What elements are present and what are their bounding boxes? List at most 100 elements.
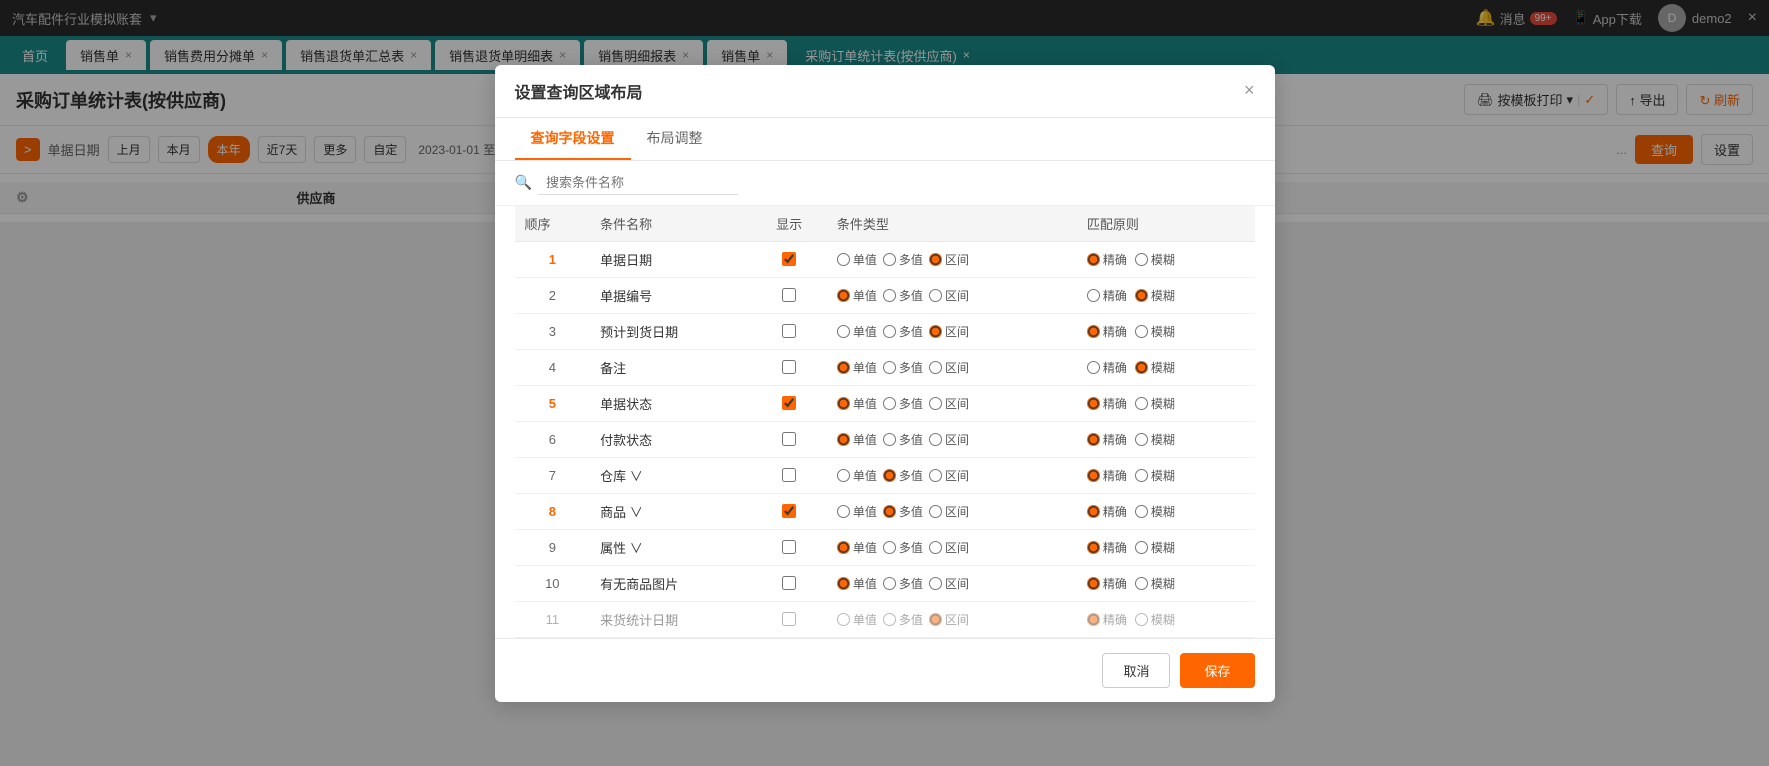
match-radio-模糊[interactable]: [1135, 289, 1148, 302]
type-radio-单值[interactable]: [837, 433, 850, 446]
tab-layout-adjust[interactable]: 布局调整: [631, 118, 719, 160]
type-radio-多值[interactable]: [883, 541, 896, 554]
match-radio-精确[interactable]: [1087, 433, 1100, 446]
match-radio-精确[interactable]: [1087, 541, 1100, 554]
row-condition-name: 预计到货日期: [590, 313, 751, 349]
type-radio-区间[interactable]: [929, 577, 942, 590]
col-header-match: 匹配原则: [1077, 206, 1255, 242]
type-radio-单值[interactable]: [837, 361, 850, 374]
table-row: 1单据日期单值多值区间精确模糊: [515, 241, 1255, 277]
type-radio-区间[interactable]: [929, 397, 942, 410]
row-display-cell: [751, 313, 827, 349]
match-radio-精确[interactable]: [1087, 469, 1100, 482]
match-radio-模糊[interactable]: [1135, 613, 1148, 626]
modal-tabs: 查询字段设置 布局调整: [495, 118, 1275, 161]
match-radio-模糊[interactable]: [1135, 397, 1148, 410]
row-match-cell: 精确模糊: [1077, 277, 1255, 313]
search-input[interactable]: [538, 171, 738, 195]
type-radio-多值[interactable]: [883, 325, 896, 338]
row-condition-name: 来货统计日期: [590, 601, 751, 637]
type-radio-区间[interactable]: [929, 361, 942, 374]
type-radio-多值[interactable]: [883, 397, 896, 410]
row-match-cell: 精确模糊: [1077, 349, 1255, 385]
modal-close-button[interactable]: ×: [1244, 80, 1255, 101]
match-radio-精确[interactable]: [1087, 325, 1100, 338]
match-radio-精确[interactable]: [1087, 505, 1100, 518]
row-order: 8: [515, 493, 591, 529]
type-radio-区间[interactable]: [929, 325, 942, 338]
match-radio-精确[interactable]: [1087, 577, 1100, 590]
type-radio-多值[interactable]: [883, 433, 896, 446]
match-radio-精确[interactable]: [1087, 253, 1100, 266]
match-radio-模糊[interactable]: [1135, 253, 1148, 266]
type-radio-单值[interactable]: [837, 397, 850, 410]
row-type-cell: 单值多值区间: [827, 277, 1077, 313]
display-checkbox[interactable]: [782, 612, 796, 626]
row-order: 9: [515, 529, 591, 565]
match-radio-精确[interactable]: [1087, 289, 1100, 302]
type-radio-多值[interactable]: [883, 253, 896, 266]
row-display-cell: [751, 457, 827, 493]
row-type-cell: 单值多值区间: [827, 313, 1077, 349]
match-radio-模糊[interactable]: [1135, 469, 1148, 482]
match-radio-精确[interactable]: [1087, 361, 1100, 374]
match-radio-模糊[interactable]: [1135, 433, 1148, 446]
row-display-cell: [751, 565, 827, 601]
type-radio-区间[interactable]: [929, 505, 942, 518]
display-checkbox[interactable]: [782, 540, 796, 554]
type-radio-区间[interactable]: [929, 469, 942, 482]
type-radio-多值[interactable]: [883, 505, 896, 518]
type-radio-多值[interactable]: [883, 289, 896, 302]
type-radio-多值[interactable]: [883, 469, 896, 482]
row-condition-name: 有无商品图片: [590, 565, 751, 601]
type-radio-单值[interactable]: [837, 325, 850, 338]
display-checkbox[interactable]: [782, 396, 796, 410]
type-radio-区间[interactable]: [929, 613, 942, 626]
row-match-cell: 精确模糊: [1077, 457, 1255, 493]
match-radio-模糊[interactable]: [1135, 325, 1148, 338]
match-radio-模糊[interactable]: [1135, 577, 1148, 590]
type-radio-单值[interactable]: [837, 577, 850, 590]
type-radio-区间[interactable]: [929, 541, 942, 554]
row-order: 1: [515, 241, 591, 277]
match-radio-精确[interactable]: [1087, 397, 1100, 410]
cancel-button[interactable]: 取消: [1102, 653, 1170, 688]
row-type-cell: 单值多值区间: [827, 493, 1077, 529]
table-row: 6付款状态单值多值区间精确模糊: [515, 421, 1255, 457]
type-radio-区间[interactable]: [929, 289, 942, 302]
tab-query-fields[interactable]: 查询字段设置: [515, 118, 631, 160]
type-radio-区间[interactable]: [929, 253, 942, 266]
type-radio-多值[interactable]: [883, 613, 896, 626]
match-radio-模糊[interactable]: [1135, 541, 1148, 554]
match-radio-精确[interactable]: [1087, 613, 1100, 626]
display-checkbox[interactable]: [782, 324, 796, 338]
row-match-cell: 精确模糊: [1077, 241, 1255, 277]
row-order: 4: [515, 349, 591, 385]
type-radio-单值[interactable]: [837, 613, 850, 626]
match-radio-模糊[interactable]: [1135, 361, 1148, 374]
type-radio-多值[interactable]: [883, 361, 896, 374]
display-checkbox[interactable]: [782, 252, 796, 266]
col-header-type: 条件类型: [827, 206, 1077, 242]
type-radio-区间[interactable]: [929, 433, 942, 446]
row-order: 10: [515, 565, 591, 601]
display-checkbox[interactable]: [782, 432, 796, 446]
display-checkbox[interactable]: [782, 576, 796, 590]
display-checkbox[interactable]: [782, 360, 796, 374]
type-radio-单值[interactable]: [837, 505, 850, 518]
display-checkbox[interactable]: [782, 468, 796, 482]
type-radio-多值[interactable]: [883, 577, 896, 590]
table-row: 9属性 ∨单值多值区间精确模糊: [515, 529, 1255, 565]
type-radio-单值[interactable]: [837, 253, 850, 266]
display-checkbox[interactable]: [782, 504, 796, 518]
row-order: 6: [515, 421, 591, 457]
type-radio-单值[interactable]: [837, 289, 850, 302]
row-match-cell: 精确模糊: [1077, 385, 1255, 421]
table-row: 7仓库 ∨单值多值区间精确模糊: [515, 457, 1255, 493]
save-button[interactable]: 保存: [1180, 653, 1254, 688]
type-radio-单值[interactable]: [837, 541, 850, 554]
match-radio-模糊[interactable]: [1135, 505, 1148, 518]
display-checkbox[interactable]: [782, 288, 796, 302]
type-radio-单值[interactable]: [837, 469, 850, 482]
row-display-cell: [751, 601, 827, 637]
